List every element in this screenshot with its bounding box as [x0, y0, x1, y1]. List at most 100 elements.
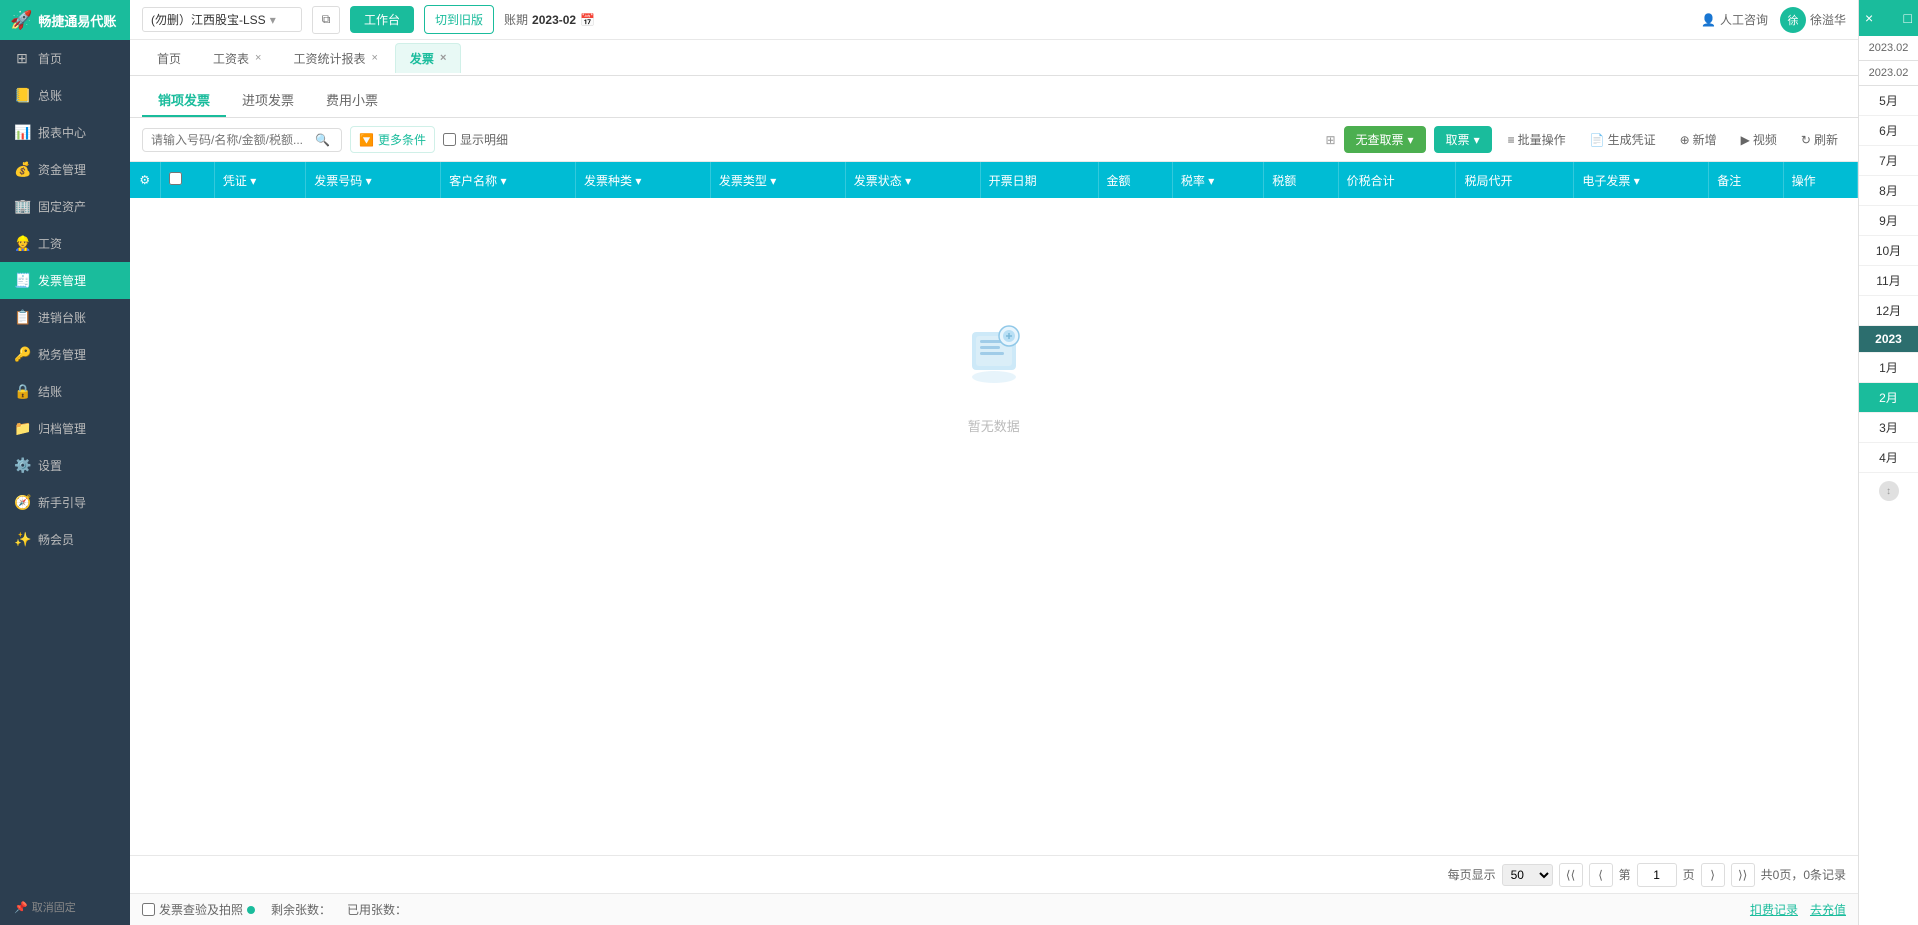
sidebar-item-guide[interactable]: 🧭 新手引导	[0, 484, 130, 521]
switch-version-button[interactable]: 切到旧版	[424, 5, 494, 34]
month-1[interactable]: 1月	[1859, 353, 1918, 383]
support-item[interactable]: 👤 人工咨询	[1701, 11, 1768, 28]
customer-filter-icon[interactable]: ▾	[500, 174, 506, 188]
month-9[interactable]: 9月	[1859, 206, 1918, 236]
tab-home[interactable]: 首页	[142, 43, 196, 73]
sidebar-item-sales-ledger[interactable]: 📋 进销台账	[0, 299, 130, 336]
video-button[interactable]: ▶ 视频	[1733, 127, 1785, 152]
subtab-sales-invoice[interactable]: 销项发票	[142, 84, 226, 117]
next-btn[interactable]: ⟩	[1701, 863, 1725, 887]
tax-icon: 🔑	[14, 346, 30, 363]
tab-payroll-stats-close[interactable]: ×	[371, 52, 377, 64]
check-invoice-label[interactable]: 发票查验及拍照	[142, 901, 255, 918]
recharge-link[interactable]: 去充值	[1810, 901, 1846, 918]
new-button[interactable]: ⊕ 新增	[1672, 127, 1725, 152]
new-icon: ⊕	[1680, 133, 1690, 147]
invoiceno-filter-icon[interactable]: ▾	[366, 174, 372, 188]
generate-voucher-icon: 📄	[1590, 133, 1605, 147]
user-item[interactable]: 徐 徐溢华	[1780, 7, 1846, 33]
per-page-select[interactable]: 50 20 100	[1502, 864, 1553, 886]
sidebar-item-settings[interactable]: ⚙️ 设置	[0, 447, 130, 484]
unpin-icon: 📌	[14, 901, 28, 914]
tab-invoice-close[interactable]: ×	[440, 52, 446, 64]
next-last-btn[interactable]: ⟩⟩	[1731, 863, 1755, 887]
show-detail-checkbox[interactable]	[443, 133, 456, 146]
scroll-indicator: ↕	[1859, 473, 1918, 509]
sidebar-item-general-ledger[interactable]: 📒 总账	[0, 77, 130, 114]
sidebar-item-archive[interactable]: 📁 归档管理	[0, 410, 130, 447]
right-panel-expand[interactable]: □	[1904, 10, 1912, 26]
sidebar-item-funds[interactable]: 💰 资金管理	[0, 151, 130, 188]
check-invoice-checkbox[interactable]	[142, 903, 155, 916]
col-settings[interactable]: ⚙	[130, 162, 160, 198]
table-header-row: ⚙ 凭证 ▾ 发票号码 ▾ 客户名称 ▾ 发票种类 ▾ 发票类型 ▾ 发票状态 …	[130, 162, 1858, 198]
tab-invoice[interactable]: 发票 ×	[395, 43, 461, 73]
col-checkbox[interactable]	[160, 162, 214, 198]
month-4[interactable]: 4月	[1859, 443, 1918, 473]
subtab-purchase-invoice[interactable]: 进项发票	[226, 84, 310, 117]
invoice-status-filter-icon[interactable]: ▾	[905, 174, 911, 188]
select-all-checkbox[interactable]	[169, 172, 182, 185]
month-11[interactable]: 11月	[1859, 266, 1918, 296]
toolbar-left: 🔍 🔽 更多条件 显示明细	[142, 126, 1317, 153]
grid-layout-icon[interactable]: ⊞	[1325, 133, 1335, 147]
month-7[interactable]: 7月	[1859, 146, 1918, 176]
tax-rate-filter-icon[interactable]: ▾	[1208, 174, 1214, 188]
main-area: (勿删）江西股宝-LSS ▾ ⧉ 工作台 切到旧版 账期 2023-02 📅 👤…	[130, 0, 1858, 925]
subtab-expense-receipt[interactable]: 费用小票	[310, 84, 394, 117]
right-panel-close[interactable]: ×	[1865, 10, 1873, 26]
sidebar-item-closing[interactable]: 🔒 结账	[0, 373, 130, 410]
sidebar-item-reports[interactable]: 📊 报表中心	[0, 114, 130, 151]
settings-icon: ⚙️	[14, 457, 30, 474]
col-voucher: 凭证 ▾	[214, 162, 305, 198]
invoice-cat-filter-icon[interactable]: ▾	[770, 174, 776, 188]
sidebar-item-invoice-mgmt[interactable]: 🧾 发票管理	[0, 262, 130, 299]
search-input[interactable]	[151, 133, 311, 147]
tab-payroll-stats[interactable]: 工资统计报表 ×	[278, 43, 392, 73]
per-page-label: 每页显示	[1448, 866, 1496, 883]
month-10[interactable]: 10月	[1859, 236, 1918, 266]
sidebar-item-home[interactable]: ⊞ 首页	[0, 40, 130, 77]
tab-home-label: 首页	[157, 50, 181, 67]
month-8[interactable]: 8月	[1859, 176, 1918, 206]
copy-icon-btn[interactable]: ⧉	[312, 6, 340, 34]
sidebar-item-fixed-assets[interactable]: 🏢 固定资产	[0, 188, 130, 225]
toolbar-right: ⊞ 无查取票 ▾ 取票 ▾ ≡ 批量操作 📄 生成凭证	[1325, 126, 1846, 153]
col-e-invoice: 电子发票 ▾	[1574, 162, 1709, 198]
prev-first-btn[interactable]: ⟨⟨	[1559, 863, 1583, 887]
page-label: 第	[1619, 866, 1631, 883]
sidebar-item-payroll[interactable]: 👷 工资	[0, 225, 130, 262]
einvoice-filter-icon[interactable]: ▾	[1634, 174, 1640, 188]
tab-payroll-table-close[interactable]: ×	[255, 52, 261, 64]
company-selector[interactable]: (勿删）江西股宝-LSS ▾	[142, 7, 302, 32]
workbench-button[interactable]: 工作台	[350, 6, 414, 33]
month-12[interactable]: 12月	[1859, 296, 1918, 326]
invoice-type-filter-icon[interactable]: ▾	[635, 174, 641, 188]
deduct-record-link[interactable]: 扣费记录	[1750, 901, 1798, 918]
pagination: 每页显示 50 20 100 ⟨⟨ ⟨ 第 1 页 ⟩ ⟩⟩ 共0页，0条记录	[1448, 863, 1846, 887]
month-5[interactable]: 5月	[1859, 86, 1918, 116]
page-input[interactable]: 1	[1637, 863, 1677, 887]
closing-icon: 🔒	[14, 383, 30, 400]
period-icon[interactable]: 📅	[580, 13, 595, 27]
month-2-active[interactable]: 2月	[1859, 383, 1918, 413]
tab-payroll-table[interactable]: 工资表 ×	[198, 43, 276, 73]
year-2023-label: 2023	[1859, 326, 1918, 353]
no-tax-button[interactable]: 无查取票 ▾	[1344, 126, 1426, 153]
voucher-filter-icon[interactable]: ▾	[250, 174, 256, 188]
month-6[interactable]: 6月	[1859, 116, 1918, 146]
sidebar-item-tax[interactable]: 🔑 税务管理	[0, 336, 130, 373]
generate-voucher-button[interactable]: 📄 生成凭证	[1582, 127, 1664, 152]
empty-icon	[954, 312, 1034, 406]
video-icon: ▶	[1741, 133, 1750, 147]
search-box[interactable]: 🔍	[142, 128, 342, 152]
unpin-button[interactable]: 📌 取消固定	[0, 889, 130, 925]
filter-button[interactable]: 🔽 更多条件	[350, 126, 435, 153]
sidebar-item-member[interactable]: ✨ 畅会员	[0, 521, 130, 558]
prev-btn[interactable]: ⟨	[1589, 863, 1613, 887]
month-3[interactable]: 3月	[1859, 413, 1918, 443]
get-ticket-button[interactable]: 取票 ▾	[1434, 126, 1492, 153]
refresh-button[interactable]: ↻ 刷新	[1793, 127, 1846, 152]
batch-op-button[interactable]: ≡ 批量操作	[1500, 127, 1574, 152]
show-detail-checkbox-label[interactable]: 显示明细	[443, 131, 508, 148]
